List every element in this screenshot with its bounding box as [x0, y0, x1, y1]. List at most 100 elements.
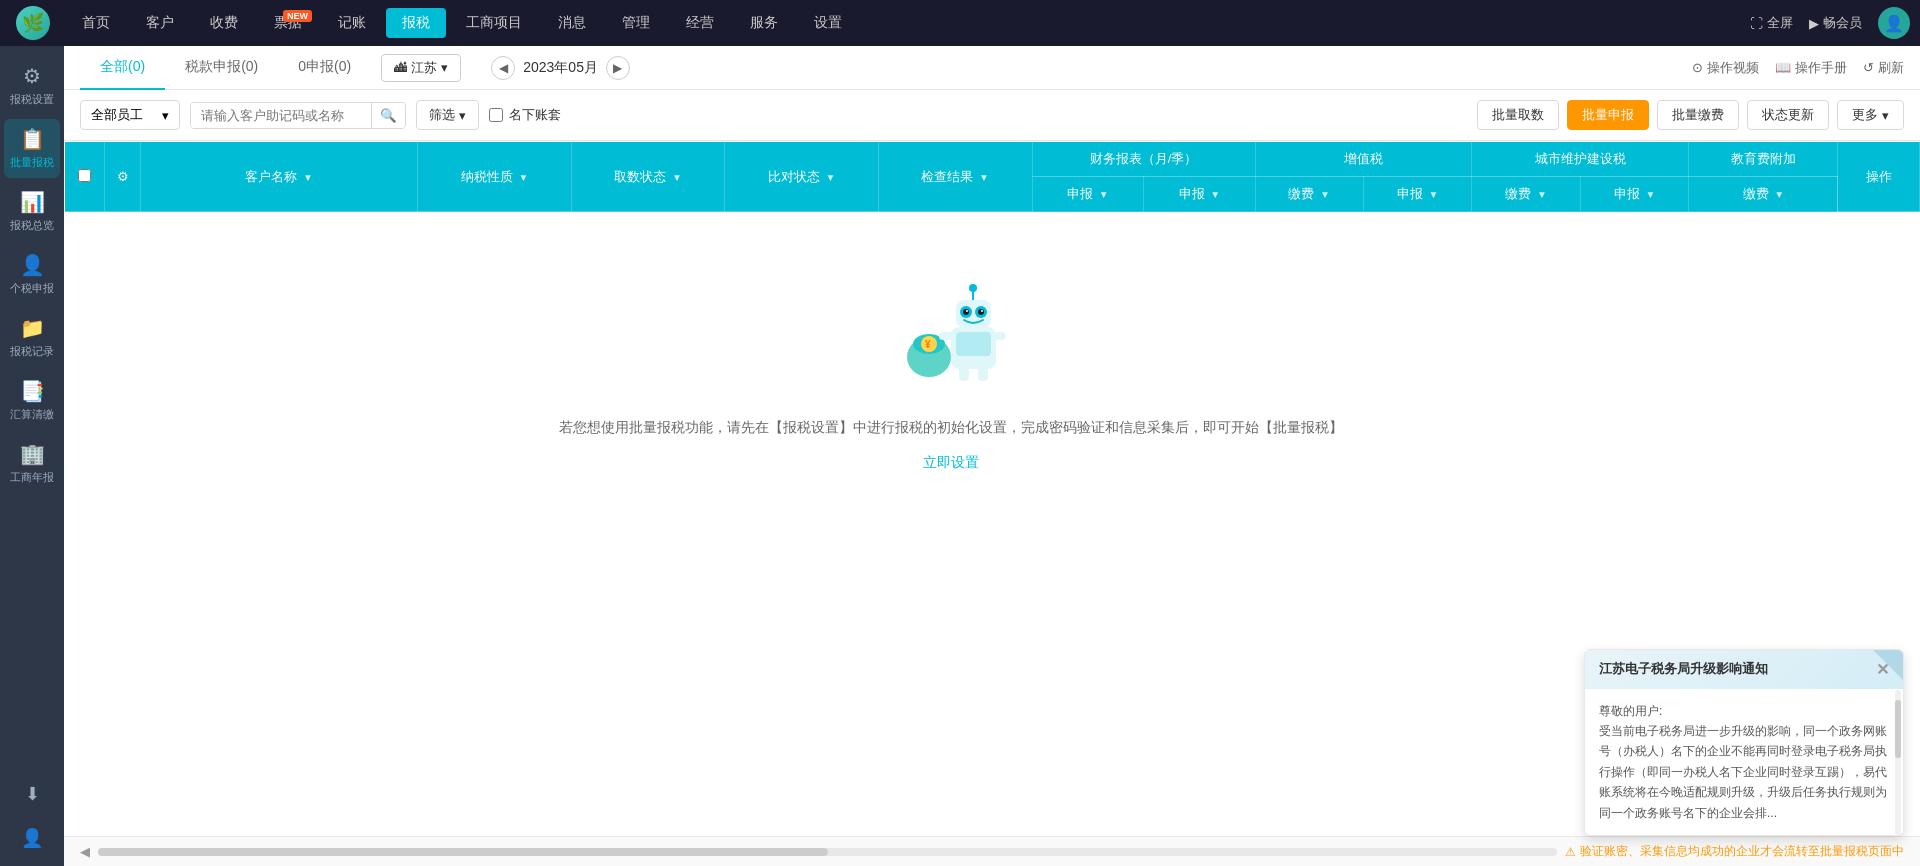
user-avatar[interactable]: 👤 — [1878, 7, 1910, 39]
refresh-icon: ↺ — [1863, 60, 1874, 75]
empty-illustration: ¥ — [891, 272, 1011, 392]
more-chevron-icon: ▾ — [1882, 108, 1889, 123]
employee-selector[interactable]: 全部员工 ▾ — [80, 100, 180, 130]
scroll-left-arrow[interactable]: ◀ — [80, 844, 90, 859]
nav-customer[interactable]: 客户 — [130, 8, 190, 38]
sidebar-item-tax-settings[interactable]: ⚙ 报税设置 — [4, 56, 60, 115]
account-checkbox-label[interactable]: 名下账套 — [489, 106, 561, 124]
svg-rect-5 — [956, 332, 991, 356]
svg-rect-18 — [978, 367, 988, 381]
region-icon: 🏙 — [394, 60, 407, 75]
invoice-badge: NEW — [283, 10, 312, 22]
vat-declare-filter-icon[interactable]: ▼ — [1210, 189, 1220, 200]
th-financial-report: 财务报表（月/季） — [1032, 142, 1255, 177]
refresh-button[interactable]: ↺ 刷新 — [1863, 59, 1904, 77]
more-button[interactable]: 更多 ▾ — [1837, 100, 1904, 130]
region-selector[interactable]: 🏙 江苏 ▾ — [381, 54, 461, 82]
th-education-surcharge: 教育费附加 — [1689, 142, 1838, 177]
batch-fetch-button[interactable]: 批量取数 — [1477, 100, 1559, 130]
svg-text:¥: ¥ — [925, 339, 931, 350]
th-checkbox[interactable] — [65, 142, 105, 212]
vat-pay-filter-icon[interactable]: ▼ — [1320, 189, 1330, 200]
tax-nature-filter-icon[interactable]: ▼ — [519, 172, 529, 183]
select-all-checkbox[interactable] — [78, 169, 91, 182]
sidebar-item-personal-tax[interactable]: 👤 个税申报 — [4, 245, 60, 304]
nav-tax[interactable]: 报税 — [386, 8, 446, 38]
tab-zero-declare[interactable]: 0申报(0) — [278, 46, 371, 90]
region-chevron-icon: ▾ — [441, 60, 448, 75]
client-name-filter-icon[interactable]: ▼ — [303, 172, 313, 183]
edu-declare-filter-icon[interactable]: ▼ — [1645, 189, 1655, 200]
sidebar: ⚙ 报税设置 📋 批量报税 📊 报税总览 👤 个税申报 📁 报税记录 📑 汇算清… — [0, 46, 64, 866]
fetch-status-filter-icon[interactable]: ▼ — [672, 172, 682, 183]
search-button[interactable]: 🔍 — [371, 103, 405, 128]
nav-business[interactable]: 工商项目 — [450, 8, 538, 38]
fin-declare-filter-icon[interactable]: ▼ — [1099, 189, 1109, 200]
th-operation: 操作 — [1838, 142, 1920, 212]
nav-manage[interactable]: 管理 — [606, 8, 666, 38]
th-urban-pay: 缴费 ▼ — [1472, 177, 1580, 212]
manual-button[interactable]: 📖 操作手册 — [1775, 59, 1847, 77]
nav-invoice[interactable]: 票据 NEW — [258, 8, 318, 38]
th-edu-pay: 缴费 ▼ — [1689, 177, 1838, 212]
logo[interactable]: 🌿 — [10, 0, 56, 46]
sidebar-item-tax-record[interactable]: 📁 报税记录 — [4, 308, 60, 367]
th-urban-maintenance: 城市维护建设税 — [1472, 142, 1689, 177]
th-vat: 增值税 — [1255, 142, 1472, 177]
th-fetch-status: 取数状态 ▼ — [571, 142, 725, 212]
nav-home[interactable]: 首页 — [66, 8, 126, 38]
account-checkbox[interactable] — [489, 108, 503, 122]
fullscreen-button[interactable]: ⛶ 全屏 — [1750, 14, 1793, 32]
status-update-button[interactable]: 状态更新 — [1747, 100, 1829, 130]
th-gear[interactable]: ⚙ — [105, 142, 141, 212]
sidebar-item-batch-tax[interactable]: 📋 批量报税 — [4, 119, 60, 178]
nav-menu: 首页 客户 收费 票据 NEW 记账 报税 工商项目 消息 管理 经营 — [66, 8, 1750, 38]
tab-all[interactable]: 全部(0) — [80, 46, 165, 90]
nav-operation[interactable]: 经营 — [670, 8, 730, 38]
th-vat-declare: 申报 ▼ — [1144, 177, 1256, 212]
prev-month-button[interactable]: ◀ — [491, 56, 515, 80]
svg-rect-17 — [959, 367, 969, 381]
setup-link[interactable]: 立即设置 — [923, 454, 979, 472]
sidebar-item-business-report[interactable]: 🏢 工商年报 — [4, 434, 60, 493]
nav-fee[interactable]: 收费 — [194, 8, 254, 38]
sidebar-profile-button[interactable]: 👤 — [14, 820, 50, 856]
nav-settings[interactable]: 设置 — [798, 8, 858, 38]
sidebar-download-button[interactable]: ⬇ — [14, 776, 50, 812]
filter-button[interactable]: 筛选 ▾ — [416, 100, 479, 130]
compare-status-filter-icon[interactable]: ▼ — [826, 172, 836, 183]
personal-tax-icon: 👤 — [20, 253, 45, 277]
employee-selector-chevron-icon: ▾ — [162, 108, 169, 123]
manual-icon: 📖 — [1775, 60, 1791, 75]
batch-tax-icon: 📋 — [20, 127, 45, 151]
notification-body: 尊敬的用户: 受当前电子税务局进一步升级的影响，同一个政务网账号（办税人）名下的… — [1585, 689, 1903, 835]
sidebar-item-annual-settle[interactable]: 📑 汇算清缴 — [4, 371, 60, 430]
tax-overview-icon: 📊 — [20, 190, 45, 214]
check-result-filter-icon[interactable]: ▼ — [979, 172, 989, 183]
batch-declare-button[interactable]: 批量申报 — [1567, 100, 1649, 130]
nav-service[interactable]: 服务 — [734, 8, 794, 38]
horizontal-scrollbar[interactable] — [98, 848, 1557, 856]
nav-message[interactable]: 消息 — [542, 8, 602, 38]
warning-text: ⚠ 验证账密、采集信息均成功的企业才会流转至批量报税页面中 — [1565, 843, 1904, 860]
sidebar-item-tax-overview[interactable]: 📊 报税总览 — [4, 182, 60, 241]
urban-declare-filter-icon[interactable]: ▼ — [1429, 189, 1439, 200]
nav-bookkeeping[interactable]: 记账 — [322, 8, 382, 38]
search-input[interactable] — [191, 103, 371, 128]
search-icon: 🔍 — [380, 108, 397, 123]
tab-declare[interactable]: 税款申报(0) — [165, 46, 278, 90]
th-client-name: 客户名称 ▼ — [141, 142, 418, 212]
video-tutorial-button[interactable]: ⊙ 操作视频 — [1692, 59, 1759, 77]
notification-panel: 江苏电子税务局升级影响通知 ✕ 尊敬的用户: 受当前电子税务局进一步升级的影响，… — [1584, 649, 1904, 836]
tabs-bar-actions: ⊙ 操作视频 📖 操作手册 ↺ 刷新 — [1692, 59, 1904, 77]
next-month-button[interactable]: ▶ — [606, 56, 630, 80]
tax-record-icon: 📁 — [20, 316, 45, 340]
svg-rect-16 — [994, 332, 1006, 340]
business-report-icon: 🏢 — [20, 442, 45, 466]
toolbar-actions: 批量取数 批量申报 批量缴费 状态更新 更多 ▾ — [1477, 100, 1904, 130]
vip-button[interactable]: ▶ 畅会员 — [1809, 14, 1862, 32]
urban-pay-filter-icon[interactable]: ▼ — [1537, 189, 1547, 200]
fullscreen-icon: ⛶ — [1750, 16, 1763, 31]
edu-pay-filter-icon[interactable]: ▼ — [1774, 189, 1784, 200]
batch-pay-button[interactable]: 批量缴费 — [1657, 100, 1739, 130]
